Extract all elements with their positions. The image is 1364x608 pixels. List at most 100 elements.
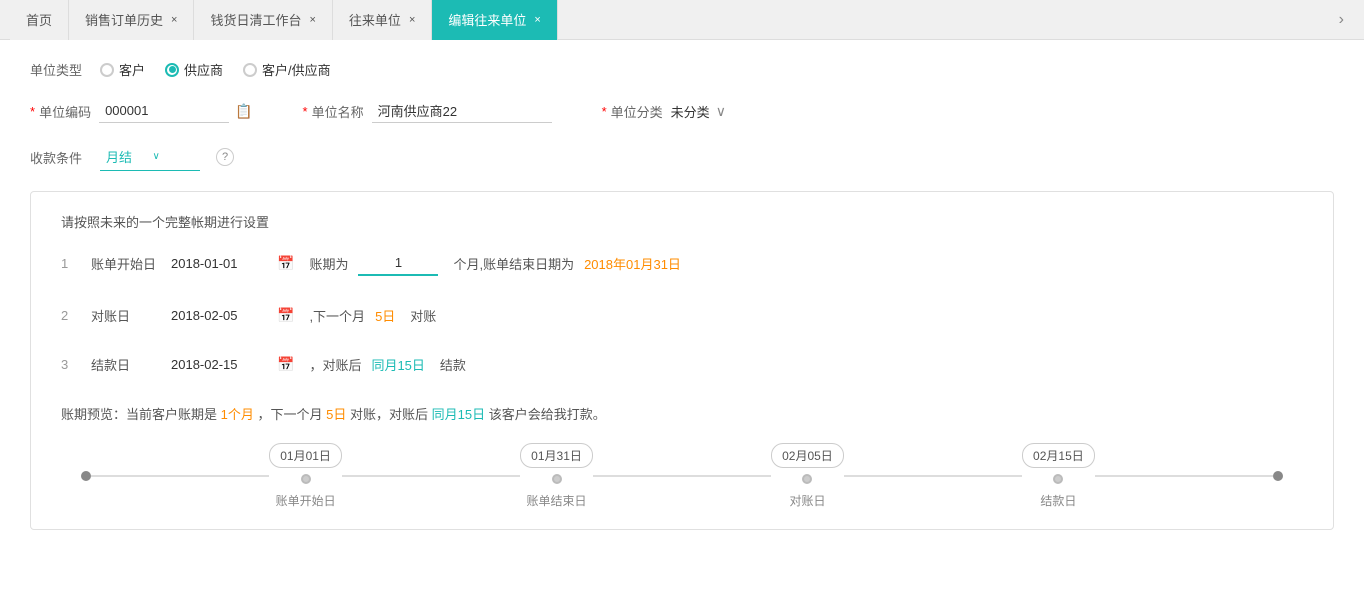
timeline-line-4 <box>844 475 1022 477</box>
period-date-1: 2018-01-01 <box>171 256 261 271</box>
timeline-dot-1 <box>301 474 311 484</box>
period-desc-after-3: 结款 <box>440 355 466 374</box>
timeline-dot-3 <box>802 474 812 484</box>
main-content: 单位类型 客户 供应商 客户/供应商 * 单位编码 📋 * 单位名称 <box>0 40 1364 608</box>
unit-category-chevron-icon: ∨ <box>716 103 726 120</box>
close-edit-partner[interactable]: × <box>534 14 540 26</box>
period-num-3: 3 <box>61 357 81 372</box>
period-desc-before-2: ,下一个月 <box>309 306 365 325</box>
timeline-line-5 <box>1095 475 1273 477</box>
period-section: 请按照未来的一个完整帐期进行设置 1 账单开始日 2018-01-01 📅 账期… <box>30 191 1334 530</box>
preview-text: 账期预览：当前客户账期是 1个月 ，下一个月 5日 对账，对账后 同月15日 该… <box>61 404 1303 423</box>
timeline-end-dot <box>1273 471 1283 481</box>
preview-part1: 1个月 <box>221 407 254 422</box>
tab-sales-order[interactable]: 销售订单历史 × <box>69 0 194 40</box>
preview-part5: 同月15日 <box>432 407 485 422</box>
period-num-1: 1 <box>61 256 81 271</box>
timeline-badge-4: 02月15日 <box>1022 443 1095 468</box>
payment-value: 月结 <box>106 147 148 166</box>
radio-supplier-circle <box>165 63 179 77</box>
timeline-start-dot <box>81 471 91 481</box>
unit-type-label: 单位类型 <box>30 60 82 79</box>
timeline-start-cap <box>81 471 91 481</box>
timeline-point-2: 01月31日 账单结束日 <box>520 443 593 509</box>
timeline-end-cap <box>1273 471 1283 481</box>
preview-section: 账期预览：当前客户账期是 1个月 ，下一个月 5日 对账，对账后 同月15日 该… <box>61 404 1303 509</box>
tab-more-button[interactable]: › <box>1329 11 1354 29</box>
unit-category-label: 单位分类 <box>611 102 663 121</box>
period-row-1: 1 账单开始日 2018-01-01 📅 账期为 个月,账单结束日期为 2018… <box>61 251 1303 276</box>
radio-both[interactable]: 客户/供应商 <box>243 60 331 79</box>
timeline-label-1: 账单开始日 <box>276 492 336 509</box>
timeline-label-4: 结款日 <box>1040 492 1076 509</box>
unit-type-row: 单位类型 客户 供应商 客户/供应商 <box>30 60 1334 79</box>
timeline-point-3: 02月05日 对账日 <box>771 443 844 509</box>
unit-name-label: 单位名称 <box>312 102 364 121</box>
period-cal-3[interactable]: 📅 <box>277 356 294 373</box>
tab-partner[interactable]: 往来单位 × <box>333 0 432 40</box>
close-sales-order[interactable]: × <box>171 14 177 26</box>
period-desc-after-1: 个月,账单结束日期为 <box>453 254 574 273</box>
unit-category-star: * <box>602 104 607 119</box>
tab-cash-work[interactable]: 钱货日清工作台 × <box>194 0 332 40</box>
unit-code-input[interactable] <box>99 99 229 123</box>
radio-customer-circle <box>100 63 114 77</box>
period-end-date-1: 2018年01月31日 <box>584 254 681 273</box>
payment-chevron-icon: ∨ <box>153 151 195 162</box>
period-label-1: 账单开始日 <box>91 254 161 273</box>
period-cal-1[interactable]: 📅 <box>277 255 294 272</box>
timeline: 01月01日 账单开始日 01月31日 账单结束日 02月05日 对账日 <box>61 443 1303 509</box>
preview-part6: 该客户会给我打款。 <box>489 407 606 422</box>
period-num-2: 2 <box>61 308 81 323</box>
tab-home[interactable]: 首页 <box>10 0 69 40</box>
unit-info-row: * 单位编码 📋 * 单位名称 * 单位分类 未分类 ∨ <box>30 99 1334 123</box>
payment-row: 收款条件 月结 ∨ ? <box>30 143 1334 171</box>
timeline-label-3: 对账日 <box>789 492 825 509</box>
timeline-label-2: 账单结束日 <box>527 492 587 509</box>
period-label-3: 结款日 <box>91 355 161 374</box>
period-desc-before-1: 账期为 <box>309 254 348 273</box>
preview-part2: ，下一个月 <box>258 407 323 422</box>
unit-category-dropdown[interactable]: 未分类 ∨ <box>671 102 791 121</box>
radio-both-circle <box>243 63 257 77</box>
period-date-2: 2018-02-05 <box>171 308 261 323</box>
payment-dropdown[interactable]: 月结 ∨ <box>100 143 200 171</box>
timeline-dot-2 <box>552 474 562 484</box>
unit-name-input[interactable] <box>372 99 552 123</box>
period-row-2: 2 对账日 2018-02-05 📅 ,下一个月 5日 对账 <box>61 306 1303 325</box>
close-partner[interactable]: × <box>409 14 415 26</box>
payment-help-icon[interactable]: ? <box>216 148 234 166</box>
period-highlight-3: 同月15日 <box>371 355 424 374</box>
unit-category-value: 未分类 <box>671 102 710 121</box>
period-desc-before-3: ，对账后 <box>309 355 361 374</box>
section-title: 请按照未来的一个完整帐期进行设置 <box>61 212 1303 231</box>
unit-code-calendar-icon[interactable]: 📋 <box>235 103 252 120</box>
unit-name-group: * 单位名称 <box>303 99 552 123</box>
timeline-point-4: 02月15日 结款日 <box>1022 443 1095 509</box>
radio-customer[interactable]: 客户 <box>100 60 145 79</box>
timeline-line-3 <box>593 475 771 477</box>
period-highlight-2: 5日 <box>375 306 395 325</box>
timeline-point-1: 01月01日 账单开始日 <box>269 443 342 509</box>
unit-category-group: * 单位分类 未分类 ∨ <box>602 102 791 121</box>
period-cal-2[interactable]: 📅 <box>277 307 294 324</box>
tab-bar: 首页 销售订单历史 × 钱货日清工作台 × 往来单位 × 编辑往来单位 × › <box>0 0 1364 40</box>
period-row-3: 3 结款日 2018-02-15 📅 ，对账后 同月15日 结款 <box>61 355 1303 374</box>
period-desc-after-2: 对账 <box>410 306 436 325</box>
unit-code-label: 单位编码 <box>39 102 91 121</box>
preview-part3: 5日 <box>326 407 346 422</box>
payment-label: 收款条件 <box>30 148 82 167</box>
timeline-badge-3: 02月05日 <box>771 443 844 468</box>
period-month-input[interactable] <box>358 251 438 276</box>
timeline-dot-4 <box>1053 474 1063 484</box>
unit-code-star: * <box>30 104 35 119</box>
timeline-line-2 <box>342 475 520 477</box>
preview-part4: 对账，对账后 <box>350 407 428 422</box>
period-date-3: 2018-02-15 <box>171 357 261 372</box>
unit-code-group: * 单位编码 📋 <box>30 99 253 123</box>
unit-name-star: * <box>303 104 308 119</box>
close-cash-work[interactable]: × <box>309 14 315 26</box>
tab-edit-partner[interactable]: 编辑往来单位 × <box>432 0 557 40</box>
preview-label: 账期预览：当前客户账期是 <box>61 407 217 422</box>
radio-supplier[interactable]: 供应商 <box>165 60 223 79</box>
